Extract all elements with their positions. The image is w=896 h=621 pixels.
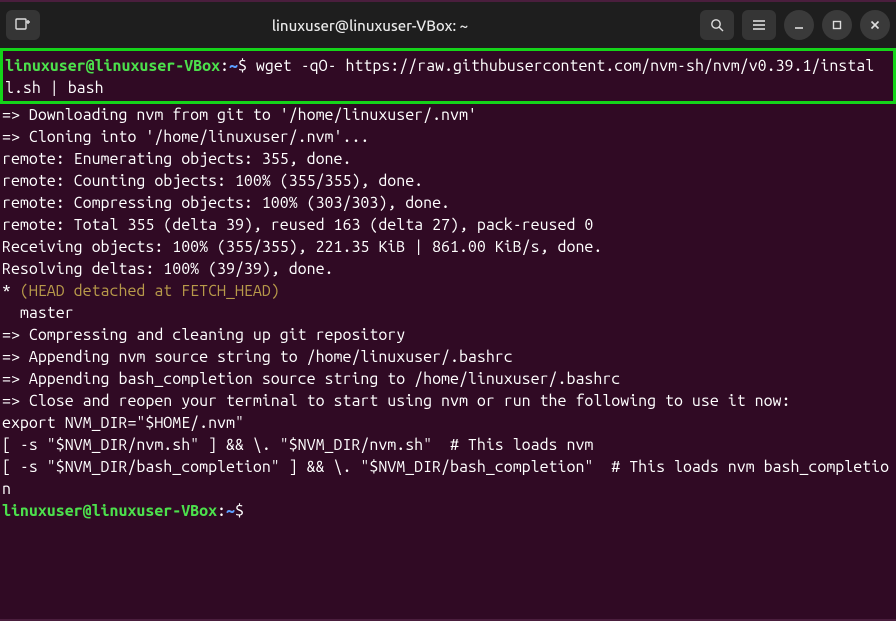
command-highlight: linuxuser@linuxuser-VBox:~$ wget -qO- ht… — [0, 48, 896, 104]
maximize-button[interactable] — [822, 10, 852, 40]
terminal-window: linuxuser@linuxuser-VBox: ~ — [0, 0, 896, 621]
window-title: linuxuser@linuxuser-VBox: ~ — [48, 17, 692, 34]
titlebar: linuxuser@linuxuser-VBox: ~ — [0, 2, 896, 48]
output-line: => Appending nvm source string to /home/… — [2, 346, 894, 368]
close-icon — [869, 19, 881, 31]
output-line: remote: Counting objects: 100% (355/355)… — [2, 170, 894, 192]
prompt-line-1: linuxuser@linuxuser-VBox:~$ wget -qO- ht… — [5, 55, 891, 99]
output-line: Receiving objects: 100% (355/355), 221.3… — [2, 236, 894, 258]
output-line: => Cloning into '/home/linuxuser/.nvm'..… — [2, 126, 894, 148]
titlebar-right — [700, 10, 890, 40]
output-line: => Downloading nvm from git to '/home/li… — [2, 104, 894, 126]
prompt-dollar: $ — [235, 502, 253, 520]
output-line: * (HEAD detached at FETCH_HEAD) — [2, 280, 894, 302]
prompt-sep: : — [220, 57, 229, 75]
prompt-path: ~ — [229, 57, 238, 75]
prompt-path: ~ — [226, 502, 235, 520]
search-icon — [710, 18, 724, 32]
minimize-icon — [793, 19, 805, 31]
minimize-button[interactable] — [784, 10, 814, 40]
maximize-icon — [831, 19, 843, 31]
output-line: Resolving deltas: 100% (39/39), done. — [2, 258, 894, 280]
prompt-sep: : — [217, 502, 226, 520]
output-line: => Compressing and cleaning up git repos… — [2, 324, 894, 346]
prompt-user: linuxuser@linuxuser-VBox — [2, 502, 217, 520]
menu-button[interactable] — [742, 10, 776, 40]
hamburger-icon — [752, 19, 766, 31]
output-line: => Close and reopen your terminal to sta… — [2, 390, 894, 412]
output-line: master — [2, 302, 894, 324]
prompt-dollar: $ — [238, 57, 256, 75]
branch-star: * — [2, 282, 20, 300]
output-line: remote: Enumerating objects: 355, done. — [2, 148, 894, 170]
close-button[interactable] — [860, 10, 890, 40]
terminal-output: => Downloading nvm from git to '/home/li… — [0, 104, 896, 522]
output-line: remote: Compressing objects: 100% (303/3… — [2, 192, 894, 214]
new-tab-button[interactable] — [6, 10, 40, 40]
output-line: remote: Total 355 (delta 39), reused 163… — [2, 214, 894, 236]
branch-head: (HEAD detached at FETCH_HEAD) — [20, 282, 280, 300]
output-line: export NVM_DIR="$HOME/.nvm" — [2, 412, 894, 434]
new-tab-icon — [15, 18, 31, 32]
output-line: => Appending bash_completion source stri… — [2, 368, 894, 390]
titlebar-left — [6, 10, 40, 40]
output-line: [ -s "$NVM_DIR/nvm.sh" ] && \. "$NVM_DIR… — [2, 434, 894, 456]
terminal-body[interactable]: linuxuser@linuxuser-VBox:~$ wget -qO- ht… — [0, 48, 896, 619]
output-line: [ -s "$NVM_DIR/bash_completion" ] && \. … — [2, 456, 894, 500]
search-button[interactable] — [700, 10, 734, 40]
prompt-user: linuxuser@linuxuser-VBox — [5, 57, 220, 75]
prompt-line-2: linuxuser@linuxuser-VBox:~$ — [2, 500, 894, 522]
